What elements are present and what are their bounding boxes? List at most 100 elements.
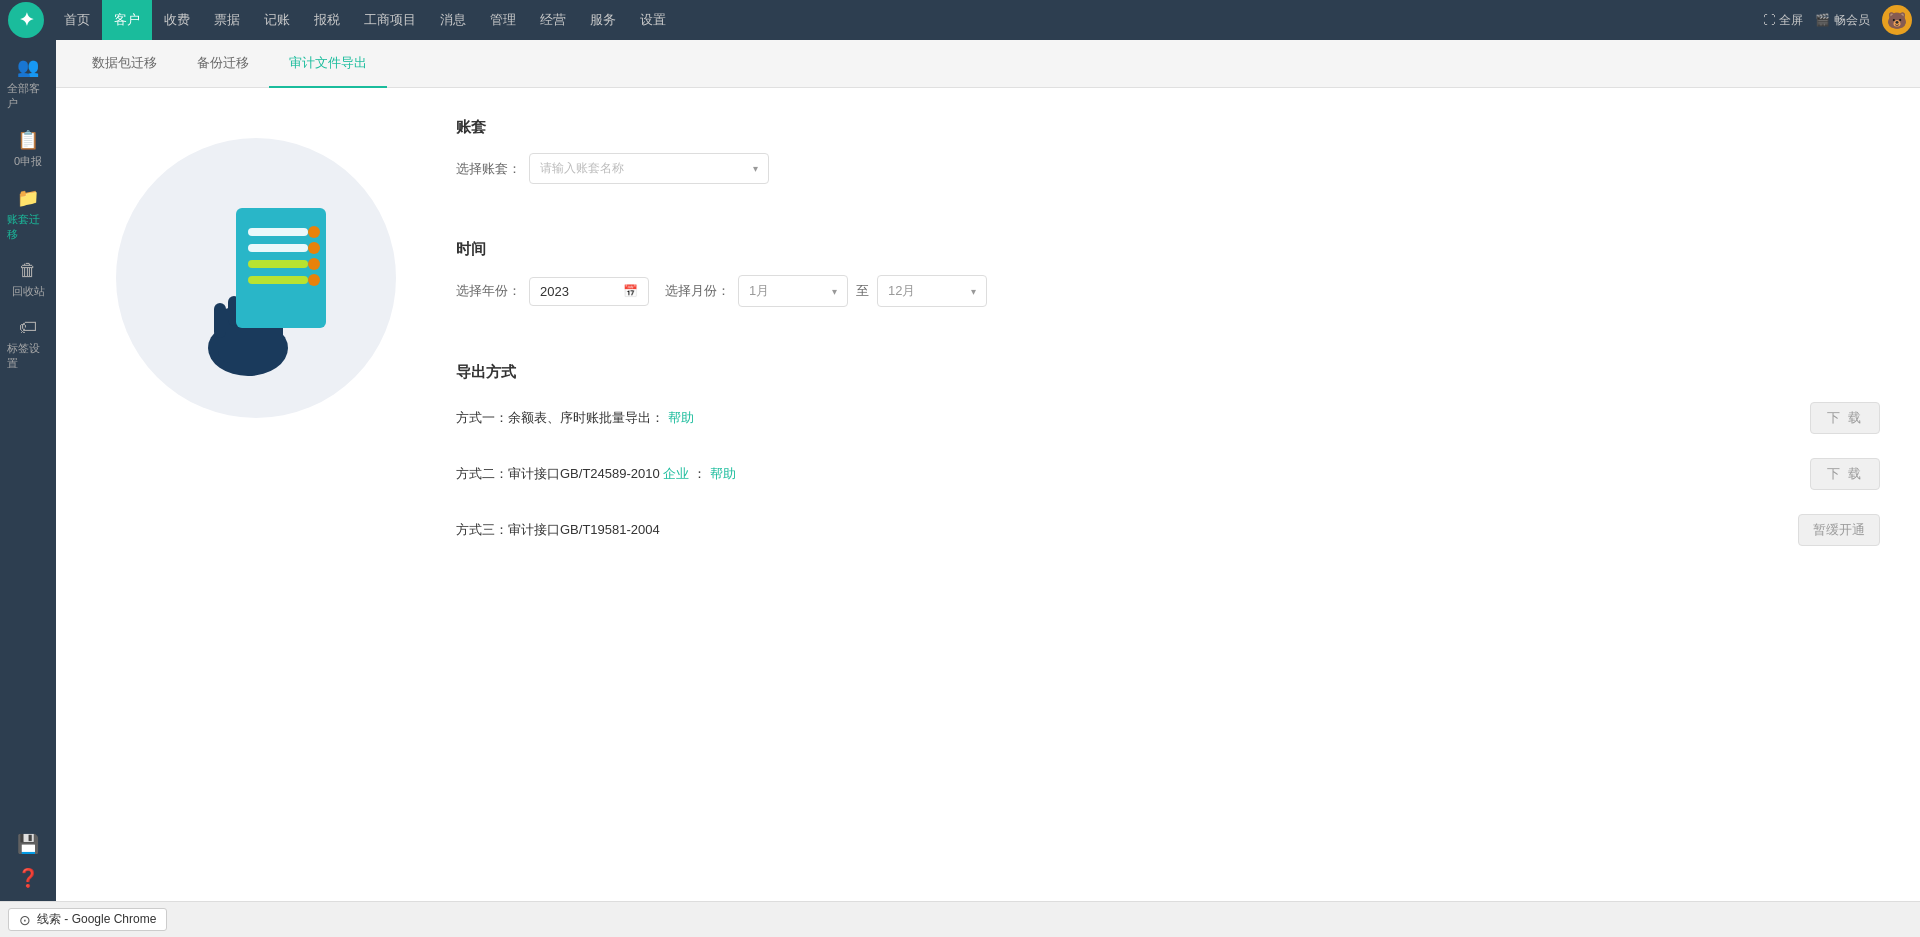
sidebar-item-tag-settings[interactable]: 🏷 标签设置: [3, 309, 53, 379]
left-sidebar: 👥 全部客户 📋 0申报 📁 账套迁移 🗑 回收站 🏷 标签设置 💾 ❓: [0, 40, 56, 901]
year-value: 2023: [540, 284, 569, 299]
nav-tax[interactable]: 报税: [302, 0, 352, 40]
sidebar-label-account-migrate: 账套迁移: [7, 212, 49, 242]
tab-data-migration[interactable]: 数据包迁移: [72, 40, 177, 88]
nav-items: 首页 客户 收费 票据 记账 报税 工商项目 消息 管理 经营 服务 设置: [52, 0, 1763, 40]
sidebar-label-tag-settings: 标签设置: [7, 341, 49, 371]
export-method-2-highlight: 企业: [663, 466, 689, 481]
logo-icon: ✦: [8, 2, 44, 38]
account-section-title: 账套: [456, 118, 1880, 137]
chevron-down-icon-month-to: ▾: [971, 286, 976, 297]
nav-settings[interactable]: 设置: [628, 0, 678, 40]
sidebar-item-zero-declare[interactable]: 📋 0申报: [3, 121, 53, 177]
export-method-2: 方式二：审计接口GB/T24589-2010 企业 ： 帮助 下 载: [456, 458, 1880, 490]
sidebar-item-recycle[interactable]: 🗑 回收站: [3, 252, 53, 307]
sidebar-label-recycle: 回收站: [12, 284, 45, 299]
export-method-3-label: 方式三：审计接口GB/T19581-2004: [456, 521, 1782, 539]
time-select-row: 选择年份： 2023 📅 选择月份： 1月 ▾ 至 12月 ▾: [456, 275, 1880, 307]
tag-icon: 🏷: [19, 317, 37, 338]
account-select-label: 选择账套：: [456, 160, 521, 178]
zero-declare-icon: 📋: [17, 129, 39, 151]
account-select-row: 选择账套： 请输入账套名称 ▾: [456, 153, 1880, 184]
member-icon: 🎬: [1815, 13, 1830, 27]
month-to-select[interactable]: 12月 ▾: [877, 275, 987, 307]
member-button[interactable]: 🎬 畅会员: [1815, 12, 1870, 29]
avatar[interactable]: 🐻: [1882, 5, 1912, 35]
export-method-2-help[interactable]: 帮助: [710, 466, 736, 481]
sidebar-label-all-customers: 全部客户: [7, 81, 49, 111]
svg-rect-9: [248, 260, 308, 268]
chevron-down-icon-month: ▾: [832, 286, 837, 297]
calendar-icon: 📅: [623, 284, 638, 298]
nav-business[interactable]: 工商项目: [352, 0, 428, 40]
sidebar-item-all-customers[interactable]: 👥 全部客户: [3, 48, 53, 119]
export-method-1-label: 方式一：余额表、序时账批量导出： 帮助: [456, 409, 1794, 427]
nav-fee[interactable]: 收费: [152, 0, 202, 40]
top-navigation: ✦ 首页 客户 收费 票据 记账 报税 工商项目 消息 管理 经营 服务 设置 …: [0, 0, 1920, 40]
to-text: 至: [856, 282, 869, 300]
export-method-3: 方式三：审计接口GB/T19581-2004 暂缓开通: [456, 514, 1880, 546]
month-select-label: 选择月份：: [665, 282, 730, 300]
export-methods: 方式一：余额表、序时账批量导出： 帮助 下 载 方式二：审计接口GB/T2458…: [456, 402, 1880, 546]
export-method-3-text: 方式三：审计接口GB/T19581-2004: [456, 522, 660, 537]
nav-message[interactable]: 消息: [428, 0, 478, 40]
nav-service[interactable]: 服务: [578, 0, 628, 40]
export-method-2-colon: ：: [693, 466, 706, 481]
chrome-icon: ⊙: [19, 912, 31, 928]
member-label: 畅会员: [1834, 12, 1870, 29]
svg-rect-10: [248, 276, 308, 284]
sidebar-item-account-migrate[interactable]: 📁 账套迁移: [3, 179, 53, 250]
form-area: 账套 选择账套： 请输入账套名称 ▾ 时间 选择年份： 2023 📅: [416, 118, 1880, 871]
svg-point-11: [308, 226, 320, 238]
svg-point-13: [308, 258, 320, 270]
sidebar-bottom-icon2[interactable]: ❓: [17, 867, 39, 889]
nav-invoice[interactable]: 票据: [202, 0, 252, 40]
chevron-down-icon: ▾: [753, 163, 758, 174]
nav-customer[interactable]: 客户: [102, 0, 152, 40]
account-migrate-icon: 📁: [17, 187, 39, 209]
main-layout: 👥 全部客户 📋 0申报 📁 账套迁移 🗑 回收站 🏷 标签设置 💾 ❓ 数据包…: [0, 40, 1920, 901]
nav-right: ⛶ 全屏 🎬 畅会员 🐻: [1763, 5, 1912, 35]
sidebar-label-zero-declare: 0申报: [14, 154, 42, 169]
nav-manage[interactable]: 管理: [478, 0, 528, 40]
content-area: 数据包迁移 备份迁移 审计文件导出: [56, 40, 1920, 901]
tab-audit-export[interactable]: 审计文件导出: [269, 40, 387, 88]
nav-operation[interactable]: 经营: [528, 0, 578, 40]
document-illustration: [176, 178, 336, 378]
svg-rect-7: [248, 228, 308, 236]
nav-home[interactable]: 首页: [52, 0, 102, 40]
export-method-2-text: 方式二：审计接口GB/T24589-2010: [456, 466, 660, 481]
svg-point-12: [308, 242, 320, 254]
nav-bookkeeping[interactable]: 记账: [252, 0, 302, 40]
year-input[interactable]: 2023 📅: [529, 277, 649, 306]
tab-backup-migration[interactable]: 备份迁移: [177, 40, 269, 88]
taskbar-item-label: 线索 - Google Chrome: [37, 911, 156, 928]
taskbar-chrome-item[interactable]: ⊙ 线索 - Google Chrome: [8, 908, 167, 931]
recycle-icon: 🗑: [19, 260, 37, 281]
illustration-area: [96, 118, 416, 871]
fullscreen-label: 全屏: [1779, 12, 1803, 29]
month-from-select[interactable]: 1月 ▾: [738, 275, 848, 307]
illustration-circle: [116, 138, 396, 418]
export-method-1-download-button[interactable]: 下 载: [1810, 402, 1880, 434]
taskbar: ⊙ 线索 - Google Chrome: [0, 901, 1920, 937]
sidebar-bottom: 💾 ❓: [17, 833, 39, 901]
account-select[interactable]: 请输入账套名称 ▾: [529, 153, 769, 184]
tab-bar: 数据包迁移 备份迁移 审计文件导出: [56, 40, 1920, 88]
year-select-label: 选择年份：: [456, 282, 521, 300]
all-customers-icon: 👥: [17, 56, 39, 78]
svg-point-14: [308, 274, 320, 286]
month-from-value: 1月: [749, 282, 769, 300]
fullscreen-icon: ⛶: [1763, 13, 1775, 27]
svg-rect-8: [248, 244, 308, 252]
export-method-1-text: 方式一：余额表、序时账批量导出：: [456, 410, 664, 425]
month-to-value: 12月: [888, 282, 915, 300]
export-method-2-download-button[interactable]: 下 载: [1810, 458, 1880, 490]
sidebar-bottom-icon1[interactable]: 💾: [17, 833, 39, 855]
export-section-title: 导出方式: [456, 363, 1880, 382]
fullscreen-button[interactable]: ⛶ 全屏: [1763, 12, 1803, 29]
export-method-1-help[interactable]: 帮助: [668, 410, 694, 425]
account-select-placeholder: 请输入账套名称: [540, 160, 624, 177]
export-method-3-coming-soon-button[interactable]: 暂缓开通: [1798, 514, 1880, 546]
svg-rect-2: [214, 303, 226, 338]
